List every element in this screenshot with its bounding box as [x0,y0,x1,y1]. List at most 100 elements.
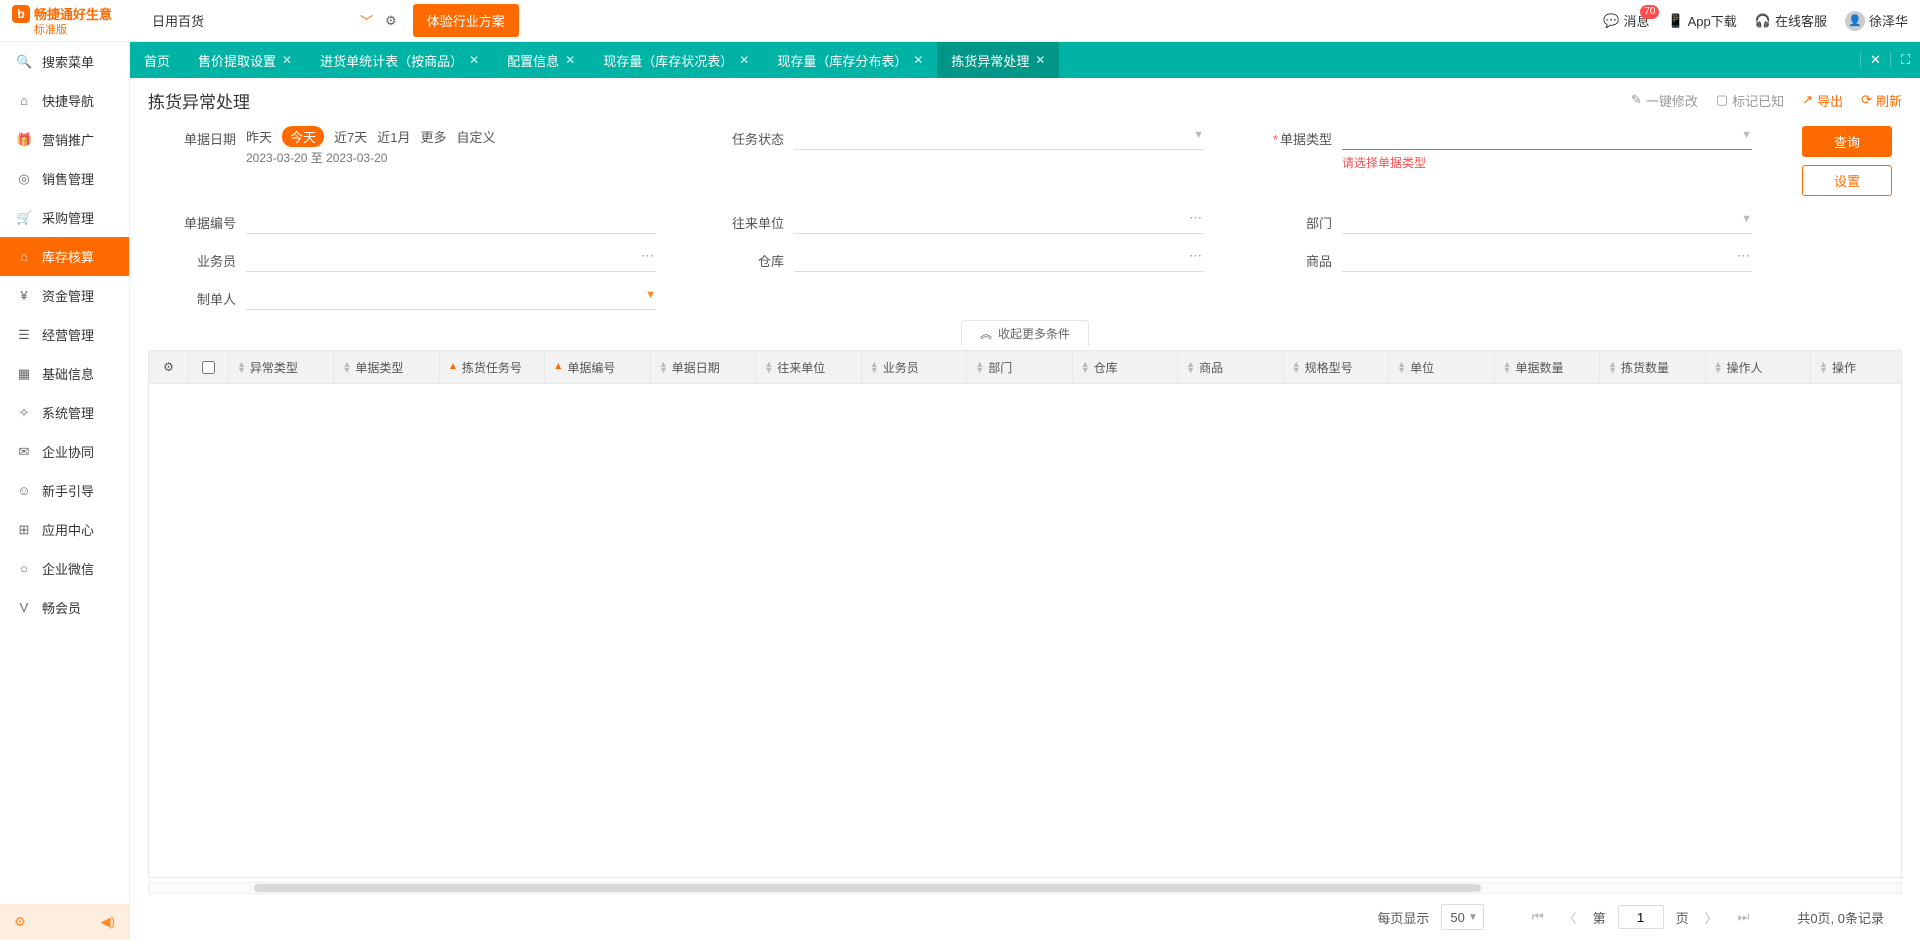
sidebar-item-3[interactable]: ◎销售管理 [0,159,129,198]
sidebar-item-14[interactable]: V畅会员 [0,588,129,627]
collapse-sidebar-icon[interactable]: ◀) [101,914,115,930]
column-header-3[interactable]: ▲单据编号 [545,351,650,383]
tab-1[interactable]: 售价提取设置✕ [184,42,306,78]
column-label: 往来单位 [777,359,825,376]
tab-2[interactable]: 进货单统计表（按商品）✕ [306,42,493,78]
ellipsis-icon[interactable]: ⋯ [1737,248,1752,264]
first-page-button[interactable]: ⏮ [1528,909,1548,925]
per-page-label: 每页显示 [1377,908,1429,927]
ellipsis-icon[interactable]: ⋯ [1189,210,1204,226]
column-header-10[interactable]: ▲▼规格型号 [1284,351,1389,383]
support-button[interactable]: 🎧 在线客服 [1755,11,1827,30]
column-label: 规格型号 [1305,359,1353,376]
per-page-select[interactable]: 50 ▼ [1441,904,1483,930]
sidebar-icon: ✧ [16,405,32,421]
sidebar-item-12[interactable]: ⊞应用中心 [0,510,129,549]
select-all-checkbox[interactable] [189,351,229,383]
column-label: 业务员 [883,359,919,376]
settings-button[interactable]: 设置 [1802,165,1892,196]
column-header-6[interactable]: ▲▼业务员 [862,351,967,383]
horizontal-scrollbar[interactable] [148,882,1902,894]
warehouse-input[interactable] [794,248,1204,272]
sidebar-item-4[interactable]: 🛒采购管理 [0,198,129,237]
try-solution-button[interactable]: 体验行业方案 [413,4,519,37]
last-page-button[interactable]: ⏭ [1734,909,1754,925]
sidebar-item-5[interactable]: ⌂库存核算 [0,237,129,276]
message-button[interactable]: 💬 消息 70 [1603,11,1649,30]
close-icon[interactable]: ✕ [913,53,923,67]
column-header-13[interactable]: ▲▼拣货数量 [1600,351,1705,383]
column-label: 异常类型 [250,359,298,376]
sidebar-item-8[interactable]: ▦基础信息 [0,354,129,393]
close-icon[interactable]: ✕ [282,53,292,67]
date-quick-3[interactable]: 近1月 [377,127,410,146]
ellipsis-icon[interactable]: ⋯ [641,248,656,264]
refresh-button[interactable]: ⟳刷新 [1861,91,1902,110]
salesman-input[interactable] [246,248,656,272]
close-icon[interactable]: ✕ [739,53,749,67]
sidebar-item-6[interactable]: ¥资金管理 [0,276,129,315]
sidebar-item-13[interactable]: ○企业微信 [0,549,129,588]
mark-read-button[interactable]: ▢标记已知 [1716,91,1784,110]
task-status-select[interactable] [794,126,1204,150]
sidebar-item-2[interactable]: 🎁营销推广 [0,120,129,159]
bill-type-select[interactable] [1342,126,1752,150]
column-settings-button[interactable]: ⚙ [149,351,189,383]
scrollbar-thumb[interactable] [254,884,1480,892]
column-header-8[interactable]: ▲▼仓库 [1073,351,1178,383]
select-all-checkbox-input[interactable] [202,361,215,374]
column-header-7[interactable]: ▲▼部门 [967,351,1072,383]
tab-0[interactable]: 首页 [130,42,184,78]
goods-input[interactable] [1342,248,1752,272]
batch-edit-button[interactable]: ✎一键修改 [1631,91,1698,110]
app-download-button[interactable]: 📱 App下载 [1667,11,1736,30]
column-header-14[interactable]: ▲▼操作人 [1706,351,1811,383]
sidebar-item-7[interactable]: ☰经营管理 [0,315,129,354]
tab-6[interactable]: 拣货异常处理✕ [937,42,1059,78]
prev-page-button[interactable]: 〈 [1560,908,1581,927]
collapse-filters-button[interactable]: ︽ 收起更多条件 [961,320,1089,346]
dept-select[interactable] [1342,210,1752,234]
next-page-button[interactable]: 〉 [1701,908,1722,927]
close-icon[interactable]: ✕ [469,53,479,67]
ellipsis-icon[interactable]: ⋯ [1189,248,1204,264]
column-header-5[interactable]: ▲▼往来单位 [756,351,861,383]
fullscreen-button[interactable]: ⛶ [1890,52,1920,68]
column-header-4[interactable]: ▲▼单据日期 [651,351,756,383]
sidebar-item-11[interactable]: ☺新手引导 [0,471,129,510]
page-number-input[interactable] [1618,905,1664,929]
sidebar-item-10[interactable]: ✉企业协同 [0,432,129,471]
close-icon[interactable]: ✕ [1035,53,1045,67]
column-header-0[interactable]: ▲▼异常类型 [229,351,334,383]
column-header-11[interactable]: ▲▼单位 [1389,351,1494,383]
date-quick-4[interactable]: 更多 [421,127,447,146]
settings-icon[interactable]: ⚙ [14,914,26,930]
close-icon[interactable]: ✕ [565,53,575,67]
bill-no-input[interactable] [246,210,656,234]
tab-5[interactable]: 现存量（库存分布表）✕ [763,42,937,78]
maker-select[interactable] [246,286,656,310]
close-all-tabs-button[interactable]: ✕ [1860,52,1890,68]
date-quick-0[interactable]: 昨天 [246,127,272,146]
column-header-9[interactable]: ▲▼商品 [1178,351,1283,383]
partner-input[interactable] [794,210,1204,234]
tenant-select[interactable]: 日用百货 ﹀ [152,11,373,30]
column-header-2[interactable]: ▲拣货任务号 [440,351,545,383]
sidebar-item-9[interactable]: ✧系统管理 [0,393,129,432]
gear-icon[interactable]: ⚙ [385,13,397,29]
sidebar-item-0[interactable]: 🔍搜索菜单 [0,42,129,81]
export-button[interactable]: ↗导出 [1802,91,1843,110]
sidebar-item-1[interactable]: ⌂快捷导航 [0,81,129,120]
query-button[interactable]: 查询 [1802,126,1892,157]
date-quick-5[interactable]: 自定义 [457,127,496,146]
column-header-12[interactable]: ▲▼单据数量 [1495,351,1600,383]
user-menu[interactable]: 👤 徐泽华 [1845,11,1908,31]
date-quick-2[interactable]: 近7天 [334,127,367,146]
sidebar-item-label: 库存核算 [42,247,94,266]
date-quick-1[interactable]: 今天 [282,126,324,147]
tab-bar: 首页售价提取设置✕进货单统计表（按商品）✕配置信息✕现存量（库存状况表）✕现存量… [130,42,1920,78]
tab-3[interactable]: 配置信息✕ [493,42,589,78]
column-header-1[interactable]: ▲▼单据类型 [334,351,439,383]
column-header-15[interactable]: ▲▼操作 [1811,351,1901,383]
tab-4[interactable]: 现存量（库存状况表）✕ [589,42,763,78]
